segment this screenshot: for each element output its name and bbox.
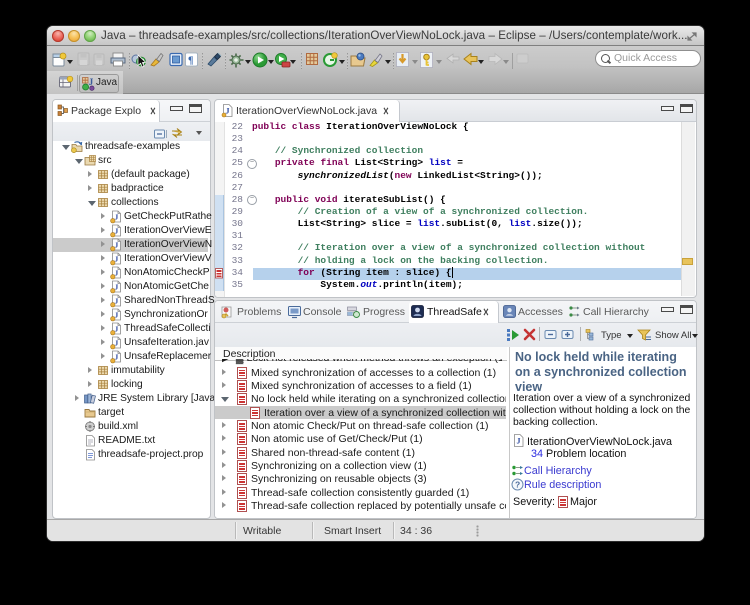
svg-text:J: J bbox=[517, 437, 521, 446]
svg-text:¶: ¶ bbox=[188, 56, 193, 67]
svg-text:?: ? bbox=[515, 480, 520, 490]
